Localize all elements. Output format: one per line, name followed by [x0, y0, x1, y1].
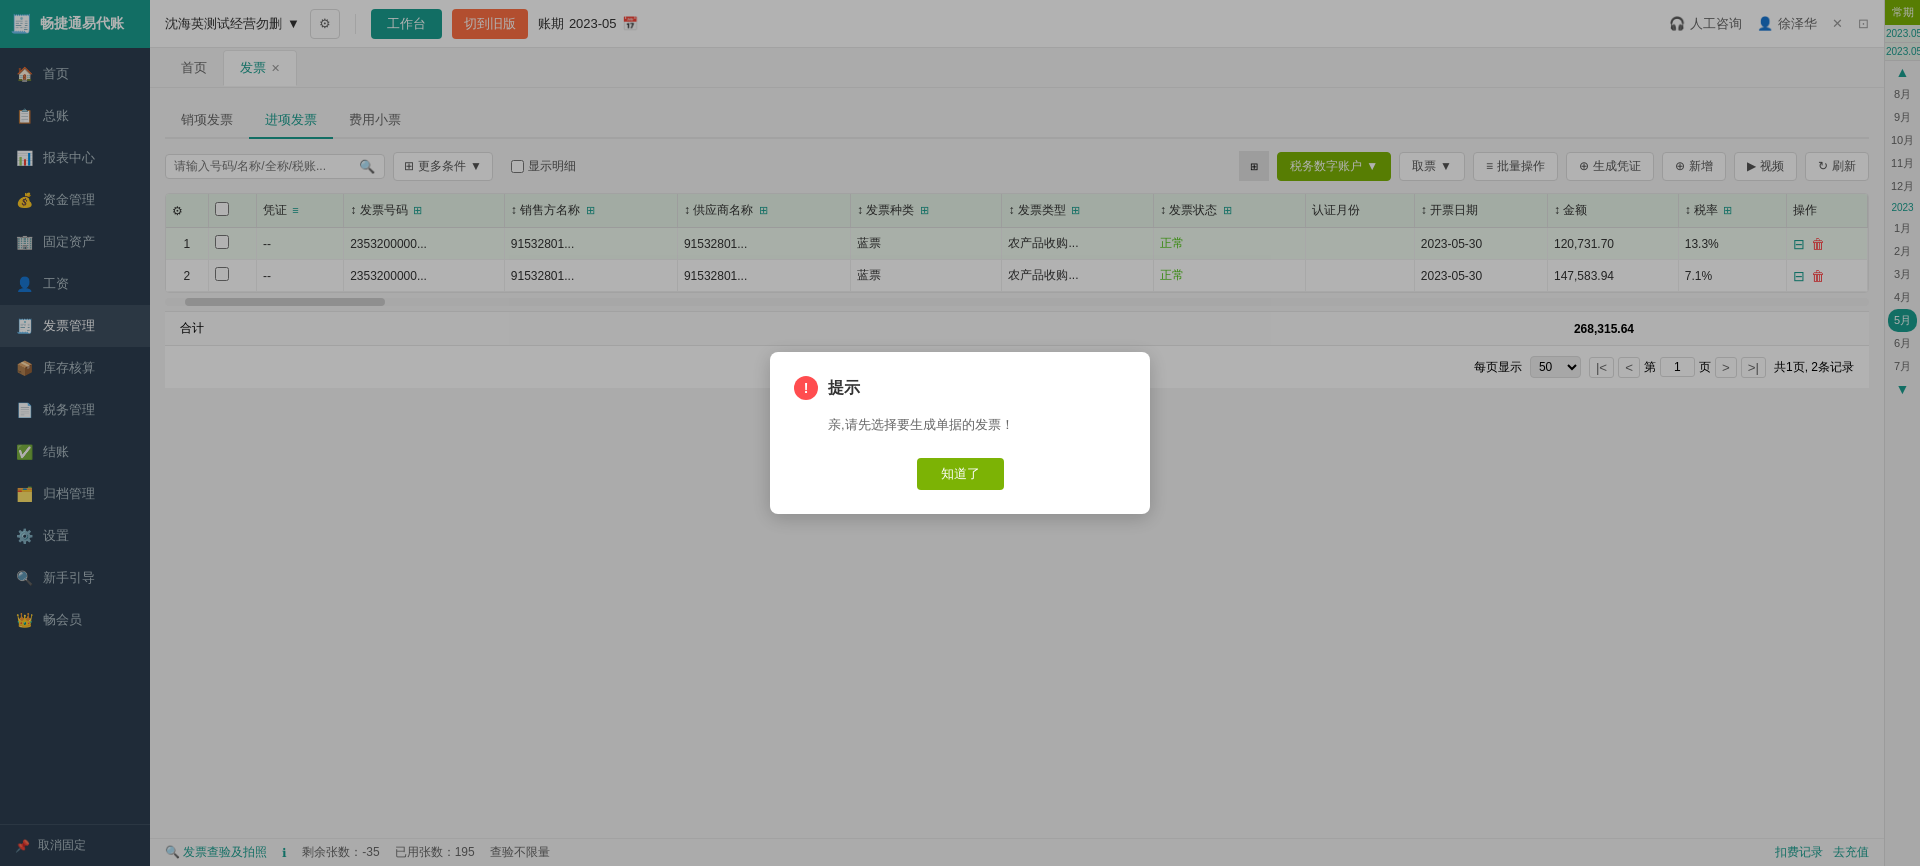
dialog-confirm-btn[interactable]: 知道了 — [917, 458, 1004, 490]
dialog-body: 亲,请先选择要生成单据的发票！ — [794, 416, 1126, 434]
dialog-footer: 知道了 — [794, 458, 1126, 490]
dialog-overlay[interactable]: ! 提示 亲,请先选择要生成单据的发票！ 知道了 — [0, 0, 1920, 866]
dialog-warning-icon: ! — [794, 376, 818, 400]
dialog-title: 提示 — [828, 378, 860, 399]
dialog: ! 提示 亲,请先选择要生成单据的发票！ 知道了 — [770, 352, 1150, 514]
dialog-header: ! 提示 — [794, 376, 1126, 400]
